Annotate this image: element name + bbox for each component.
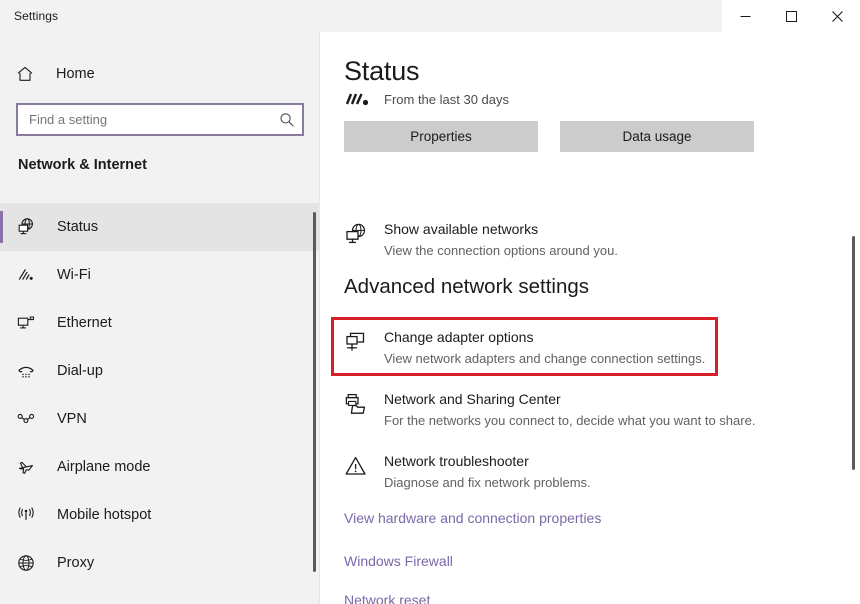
sidebar-item-label: Dial-up	[57, 363, 103, 379]
title-bar: Settings	[0, 0, 860, 32]
row-subtitle: For the networks you connect to, decide …	[384, 413, 756, 428]
row-title: Network troubleshooter	[384, 453, 529, 469]
maximize-button[interactable]	[768, 0, 814, 32]
sidebar-scrollbar-thumb[interactable]	[313, 212, 316, 572]
main-content: From the last 30 days Status Properties …	[320, 32, 860, 604]
sidebar-item-label: Status	[57, 219, 99, 235]
sidebar-item-dialup[interactable]: Dial-up	[0, 347, 320, 395]
sidebar-item-label: Proxy	[57, 555, 95, 571]
sidebar-item-proxy[interactable]: Proxy	[0, 539, 320, 587]
sidebar-item-ethernet[interactable]: Ethernet	[0, 299, 320, 347]
link-view-hardware-and-connection-properties[interactable]: View hardware and connection properties	[344, 510, 601, 526]
sidebar-item-home[interactable]: Home	[0, 58, 320, 90]
last-days-text: From the last 30 days	[384, 91, 509, 107]
sidebar-home-label: Home	[56, 66, 95, 82]
data-usage-bars-icon	[344, 91, 378, 107]
link-windows-firewall[interactable]: Windows Firewall	[344, 553, 453, 569]
minimize-icon	[740, 15, 750, 17]
window-controls	[722, 0, 860, 32]
row-title: Change adapter options	[384, 329, 534, 345]
data-usage-button[interactable]: Data usage	[560, 121, 754, 152]
adapter-monitor-icon	[344, 328, 384, 355]
globe-monitor-icon	[344, 220, 384, 247]
airplane-icon	[16, 457, 44, 477]
home-icon	[16, 65, 42, 83]
sidebar-item-label: Airplane mode	[57, 459, 151, 475]
settings-window: Settings Home Find a setting Network & I…	[0, 0, 860, 604]
sidebar-item-label: Mobile hotspot	[57, 507, 152, 523]
search-input[interactable]	[18, 112, 272, 127]
sidebar: Home Network & Internet	[0, 0, 320, 604]
vpn-icon	[16, 409, 44, 429]
action-buttons: Properties Data usage	[344, 121, 754, 152]
sidebar-item-label: VPN	[57, 411, 87, 427]
wifi-icon	[16, 265, 44, 285]
sidebar-item-mobile-hotspot[interactable]: Mobile hotspot	[0, 491, 320, 539]
sidebar-item-status[interactable]: Status	[0, 203, 320, 251]
row-title: Network and Sharing Center	[384, 391, 561, 407]
advanced-network-settings-heading: Advanced network settings	[344, 275, 589, 298]
link-network-reset[interactable]: Network reset	[344, 592, 430, 604]
last-days-row: From the last 30 days	[344, 88, 509, 110]
properties-button[interactable]: Properties	[344, 121, 538, 152]
sidebar-section-title: Network & Internet	[18, 157, 147, 173]
minimize-button[interactable]	[722, 0, 768, 32]
ethernet-icon	[16, 313, 44, 333]
sidebar-item-vpn[interactable]: VPN	[0, 395, 320, 443]
close-icon	[831, 10, 843, 22]
page-title: Status	[344, 54, 430, 88]
warning-triangle-icon	[344, 452, 384, 479]
sidebar-item-wifi[interactable]: Wi-Fi	[0, 251, 320, 299]
globe-icon	[16, 553, 44, 573]
sidebar-item-label: Ethernet	[57, 315, 112, 331]
status-globe-monitor-icon	[16, 217, 44, 237]
hotspot-icon	[16, 505, 44, 525]
row-subtitle: View the connection options around you.	[384, 243, 618, 258]
row-subtitle: View network adapters and change connect…	[384, 351, 706, 366]
network-and-sharing-center-row[interactable]: Network and Sharing Center For the netwo…	[344, 390, 755, 430]
sharing-printer-folder-icon	[344, 390, 384, 417]
sidebar-item-airplane-mode[interactable]: Airplane mode	[0, 443, 320, 491]
close-button[interactable]	[814, 0, 860, 32]
row-subtitle: Diagnose and fix network problems.	[384, 475, 591, 490]
search-icon[interactable]	[272, 112, 302, 128]
show-available-networks-row[interactable]: Show available networks View the connect…	[344, 220, 618, 260]
sidebar-item-label: Wi-Fi	[57, 267, 91, 283]
dialup-phone-icon	[16, 361, 44, 381]
row-title: Show available networks	[384, 221, 539, 237]
sidebar-nav-list: Status Wi-Fi Ethernet Dial-up VPN Airpla…	[0, 203, 320, 587]
search-box[interactable]	[16, 103, 304, 136]
network-troubleshooter-row[interactable]: Network troubleshooter Diagnose and fix …	[344, 452, 591, 492]
main-scrollbar-thumb[interactable]	[852, 236, 855, 470]
maximize-icon	[785, 10, 797, 22]
app-title: Settings	[14, 9, 59, 23]
change-adapter-options-row[interactable]: Change adapter options View network adap…	[344, 328, 705, 368]
